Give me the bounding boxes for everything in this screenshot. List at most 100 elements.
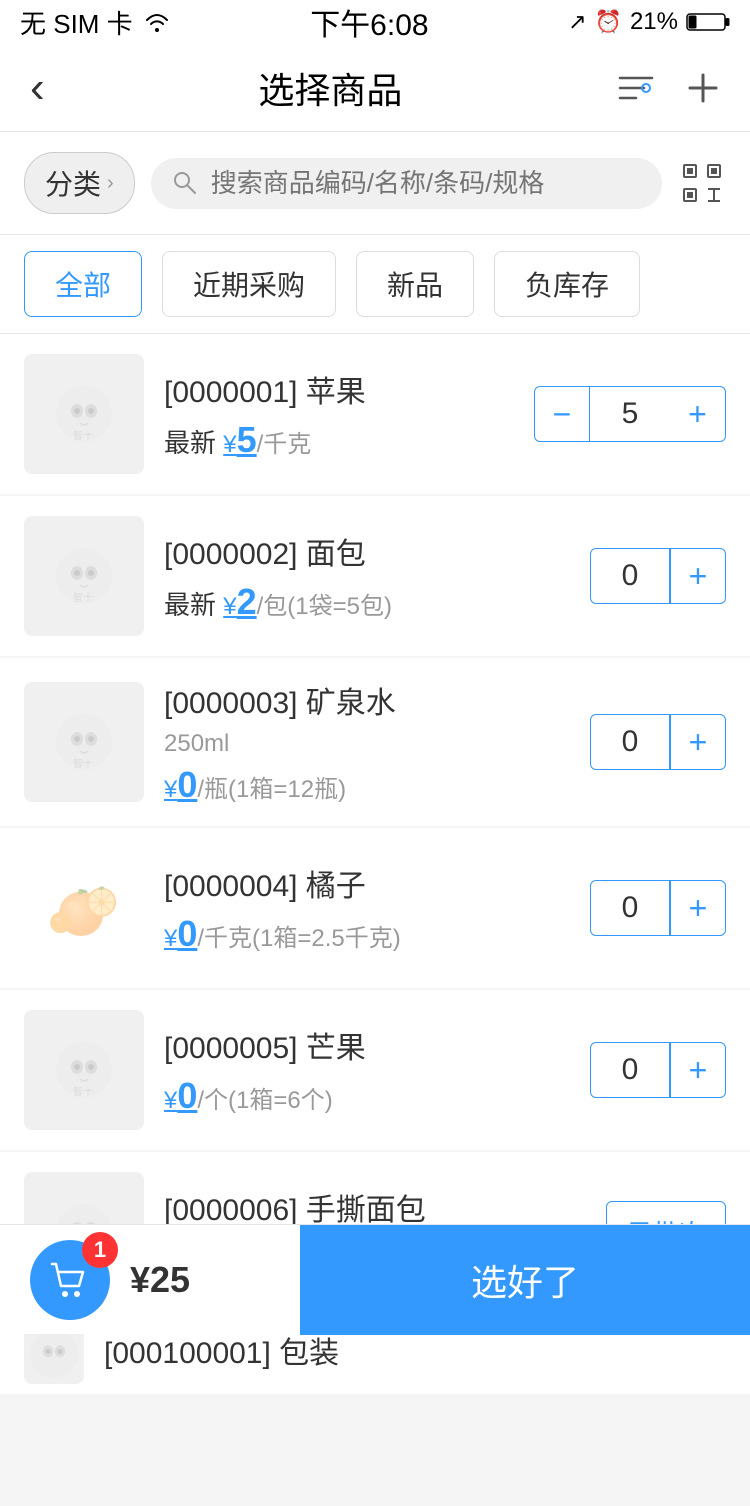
owl-logo: 智十 xyxy=(49,541,119,611)
carrier-text: 无 SIM 卡 xyxy=(20,4,133,41)
currency-symbol: ¥ xyxy=(223,593,236,620)
search-input-wrap xyxy=(151,158,662,209)
product-image xyxy=(24,848,144,968)
cart-icon xyxy=(48,1260,92,1300)
status-time: 下午6:08 xyxy=(310,0,428,44)
back-button[interactable]: ‹ xyxy=(30,63,45,113)
list-item: 智十 [0000003] 矿泉水 250ml ¥0/瓶(1箱=12瓶) + xyxy=(0,658,750,826)
list-item: 智十 [0000001] 苹果 最新 ¥5/千克 − + xyxy=(0,334,750,494)
product-price: 最新 ¥2/包(1袋=5包) xyxy=(164,581,570,623)
currency-symbol: ¥ xyxy=(164,776,177,803)
product-image: 智十 xyxy=(24,1010,144,1130)
svg-text:智十: 智十 xyxy=(73,429,93,442)
product-price: ¥0/千克(1箱=2.5千克) xyxy=(164,913,570,955)
price-value: 0 xyxy=(177,764,197,805)
filter-icon[interactable] xyxy=(616,70,656,106)
location-icon: ↗ xyxy=(568,9,586,35)
search-bar: 分类 › xyxy=(0,132,750,235)
battery-icon xyxy=(686,11,730,33)
quantity-control: + xyxy=(590,1042,726,1098)
oranges-illustration xyxy=(49,873,119,943)
page-title: 选择商品 xyxy=(258,62,402,114)
tab-new[interactable]: 新品 xyxy=(356,251,474,317)
price-value: 5 xyxy=(237,419,257,460)
quantity-control: + xyxy=(590,880,726,936)
search-icon xyxy=(171,169,199,197)
quantity-control: + xyxy=(590,714,726,770)
quantity-plus-button[interactable]: + xyxy=(670,1042,726,1098)
bottom-bar: 1 ¥25 选好了 xyxy=(0,1224,750,1334)
list-item: [0000004] 橘子 ¥0/千克(1箱=2.5千克) + xyxy=(0,828,750,988)
category-button[interactable]: 分类 › xyxy=(24,152,135,214)
quantity-input[interactable] xyxy=(590,880,670,936)
price-unit: /包(1袋=5包) xyxy=(257,593,392,620)
nav-bar: ‹ 选择商品 xyxy=(0,44,750,132)
wifi-icon xyxy=(143,12,171,32)
battery-text: 21% xyxy=(630,8,678,36)
product-name: [0000003] 矿泉水 xyxy=(164,678,570,722)
quantity-plus-button[interactable]: + xyxy=(670,714,726,770)
quantity-control: + xyxy=(590,548,726,604)
price-unit: /个(1箱=6个) xyxy=(197,1087,332,1114)
product-image: 智十 xyxy=(24,354,144,474)
cart-total: ¥25 xyxy=(130,1259,190,1301)
product-info: [0000002] 面包 最新 ¥2/包(1袋=5包) xyxy=(164,529,570,623)
product-info: [0000005] 芒果 ¥0/个(1箱=6个) xyxy=(164,1023,570,1117)
quantity-plus-button[interactable]: + xyxy=(670,386,726,442)
product-info: [0000003] 矿泉水 250ml ¥0/瓶(1箱=12瓶) xyxy=(164,678,570,806)
product-image: 智十 xyxy=(24,516,144,636)
product-name: [0000001] 苹果 xyxy=(164,367,514,411)
quantity-minus-button[interactable]: − xyxy=(534,386,590,442)
svg-text:智十: 智十 xyxy=(73,591,93,604)
cart-section: 1 ¥25 xyxy=(0,1240,300,1320)
currency-symbol: ¥ xyxy=(164,1087,177,1114)
price-unit: /千克(1箱=2.5千克) xyxy=(197,925,400,952)
quantity-input[interactable] xyxy=(590,386,670,442)
category-label: 分类 xyxy=(45,163,101,203)
quantity-plus-button[interactable]: + xyxy=(670,548,726,604)
add-icon[interactable] xyxy=(686,71,720,105)
alarm-icon: ⏰ xyxy=(595,9,622,35)
price-label: 最新 xyxy=(164,428,223,458)
tab-recent[interactable]: 近期采购 xyxy=(162,251,336,317)
tab-all[interactable]: 全部 xyxy=(24,251,142,317)
status-left: 无 SIM 卡 xyxy=(20,4,171,41)
owl-logo: 智十 xyxy=(49,1035,119,1105)
product-image: 智十 xyxy=(24,682,144,802)
product-name: [0000006] 手撕面包 xyxy=(164,1185,586,1229)
svg-text:智十: 智十 xyxy=(73,757,93,770)
quantity-plus-button[interactable]: + xyxy=(670,880,726,936)
price-unit: /千克 xyxy=(257,431,312,458)
quantity-input[interactable] xyxy=(590,1042,670,1098)
product-info: [0000004] 橘子 ¥0/千克(1箱=2.5千克) xyxy=(164,861,570,955)
tab-negative[interactable]: 负库存 xyxy=(494,251,640,317)
cart-button[interactable]: 1 xyxy=(30,1240,110,1320)
price-value: 0 xyxy=(177,913,197,954)
svg-text:智十: 智十 xyxy=(73,1085,93,1098)
product-name: [0000004] 橘子 xyxy=(164,861,570,905)
price-value: 2 xyxy=(237,581,257,622)
price-label: 最新 xyxy=(164,590,223,620)
scan-button[interactable] xyxy=(678,159,726,207)
product-spec: 250ml xyxy=(164,730,570,758)
search-input[interactable] xyxy=(211,168,642,199)
product-name: [0000005] 芒果 xyxy=(164,1023,570,1067)
nav-actions xyxy=(616,70,720,106)
status-right: ↗ ⏰ 21% xyxy=(568,8,730,36)
owl-logo: 智十 xyxy=(49,379,119,449)
cart-badge: 1 xyxy=(82,1232,118,1268)
product-name: [000100001] 包装 xyxy=(104,1328,726,1372)
product-name: [0000002] 面包 xyxy=(164,529,570,573)
confirm-button[interactable]: 选好了 xyxy=(300,1225,750,1335)
product-price: ¥0/个(1箱=6个) xyxy=(164,1075,570,1117)
currency-symbol: ¥ xyxy=(164,925,177,952)
quantity-input[interactable] xyxy=(590,714,670,770)
owl-logo: 智十 xyxy=(49,707,119,777)
confirm-label: 选好了 xyxy=(471,1254,579,1306)
product-price: 最新 ¥5/千克 xyxy=(164,419,514,461)
list-item: 智十 [0000005] 芒果 ¥0/个(1箱=6个) + xyxy=(0,990,750,1150)
filter-tabs: 全部 近期采购 新品 负库存 xyxy=(0,235,750,334)
price-value: 0 xyxy=(177,1075,197,1116)
quantity-input[interactable] xyxy=(590,548,670,604)
chevron-right-icon: › xyxy=(107,172,114,195)
